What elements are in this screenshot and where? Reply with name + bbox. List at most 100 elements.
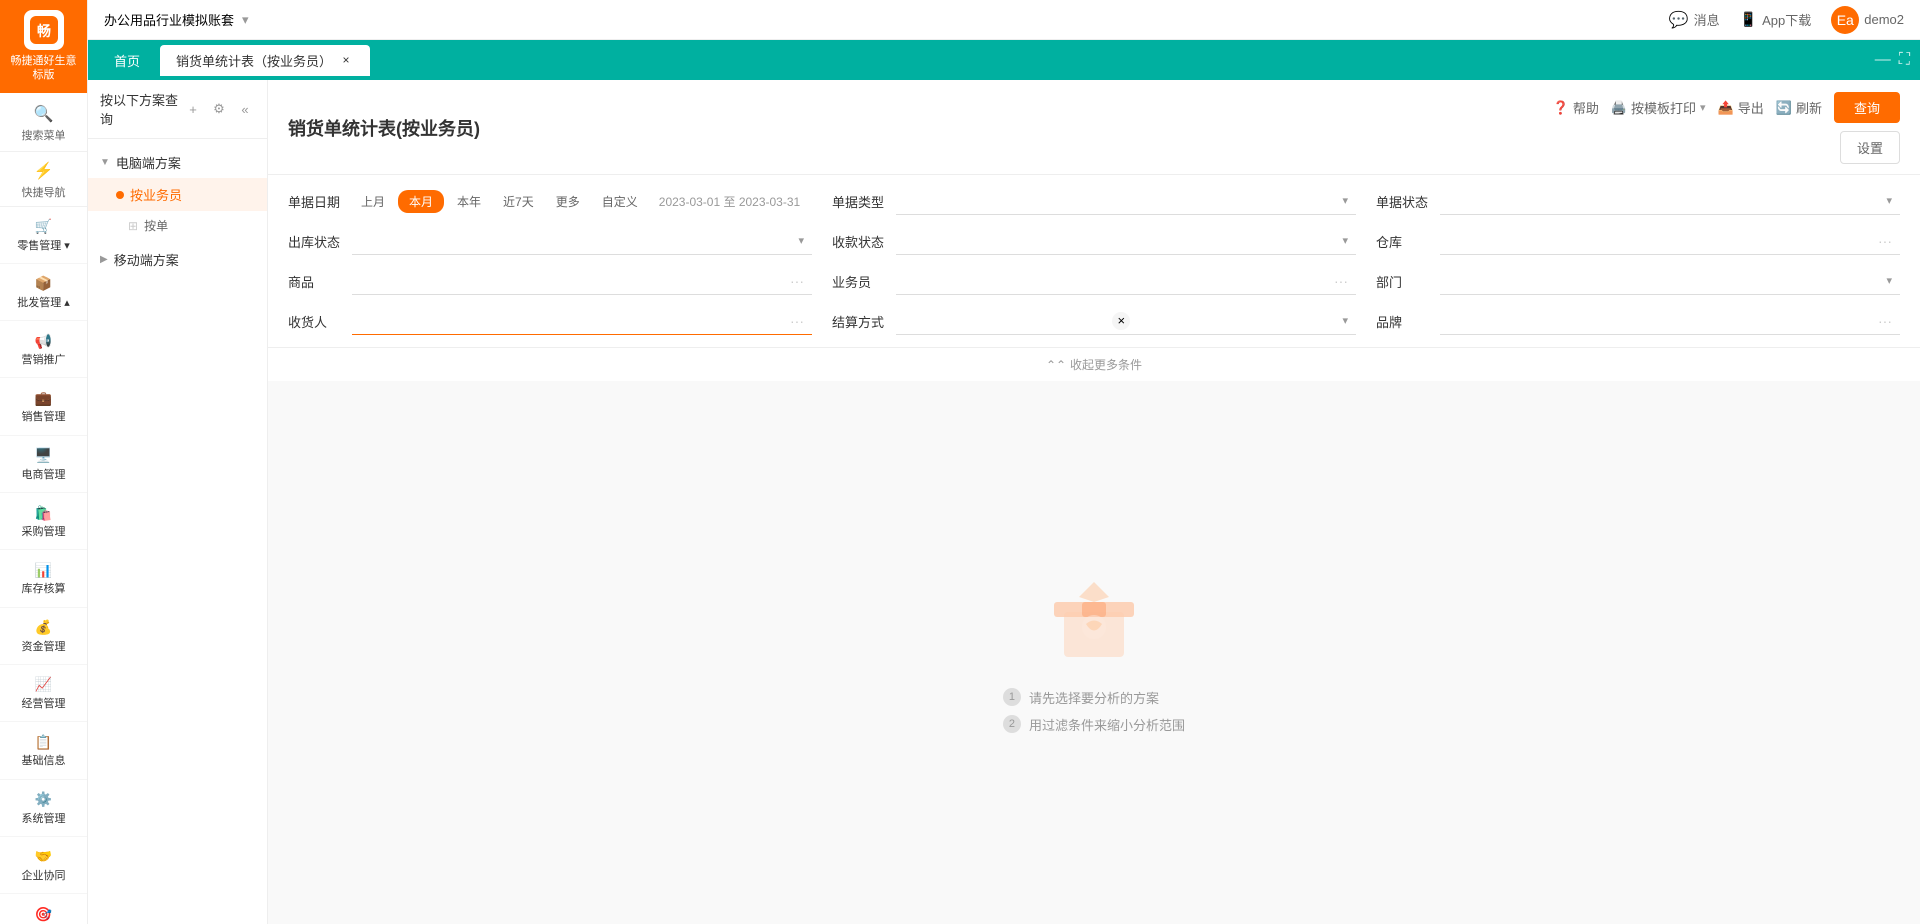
tab-bar: 首页 销货单统计表（按业务员） × — ⛶	[88, 40, 1920, 80]
collapse-label: 收起更多条件	[1070, 356, 1142, 373]
logo-icon: 畅	[24, 10, 64, 50]
date-custom-btn[interactable]: 自定义	[593, 190, 647, 213]
department-label: 部门	[1376, 272, 1432, 291]
receiver-input[interactable]: ···	[352, 307, 812, 335]
breadcrumb-dropdown-icon[interactable]: ▾	[242, 12, 249, 28]
goods-ellipsis-icon: ···	[790, 273, 804, 289]
top-header: 办公用品行业模拟账套 ▾ 💬 消息 📱 App下载 Ea demo2	[88, 0, 1920, 40]
doc-status-dropdown-icon: ▾	[1886, 194, 1892, 207]
sidebar-item-wholesale[interactable]: 📦 批发管理 ▴	[0, 264, 87, 321]
filter-row-2: 出库状态 ▾ 收款状态 ▾ 仓库	[288, 227, 1900, 255]
svg-text:畅: 畅	[37, 23, 51, 39]
tab-maximize-button[interactable]: ⛶	[1899, 51, 1910, 69]
empty-tip-1: 1 请先选择要分析的方案	[1003, 688, 1185, 707]
filter-receipt-status: 收款状态 ▾	[832, 227, 1356, 255]
collapse-panel-button[interactable]: «	[235, 99, 255, 119]
refresh-button[interactable]: 🔄 刷新	[1776, 98, 1822, 117]
gear-scheme-icon: ⚙	[213, 101, 225, 117]
doc-type-label: 单据类型	[832, 192, 888, 211]
collapse-panel-icon: «	[241, 102, 248, 117]
brand-label: 品牌	[1376, 312, 1432, 331]
sidebar-item-inventory[interactable]: 📊 库存核算	[0, 550, 87, 607]
collapse-row: ⌃⌃ 收起更多条件	[268, 348, 1920, 381]
date-this-year-btn[interactable]: 本年	[448, 190, 490, 213]
tab-minimize-button[interactable]: —	[1875, 51, 1891, 69]
payment-label: 结算方式	[832, 312, 888, 331]
sidebar-item-finance[interactable]: 💰 资金管理	[0, 608, 87, 665]
sidebar-item-operations[interactable]: 📈 经营管理	[0, 665, 87, 722]
payment-clear-button[interactable]: ×	[1112, 312, 1130, 330]
left-panel-header: 按以下方案查询 + ⚙ «	[88, 80, 267, 139]
tab-close-button[interactable]: ×	[338, 52, 354, 68]
tab-home[interactable]: 首页	[98, 45, 156, 76]
brand-select[interactable]: ···	[1440, 307, 1900, 335]
doc-status-label: 单据状态	[1376, 192, 1432, 211]
sidebar-item-newbie[interactable]: 🎯 新手引导	[0, 894, 87, 924]
sidebar-item-basic[interactable]: 📋 基础信息	[0, 722, 87, 779]
sidebar-item-sales[interactable]: 💼 销售管理	[0, 378, 87, 435]
scheme-item-by-order[interactable]: ⊞ 按单	[88, 211, 267, 240]
mobile-group-header[interactable]: ▶ 移动端方案	[88, 244, 267, 275]
tab-sales-stats[interactable]: 销货单统计表（按业务员） ×	[160, 45, 370, 76]
wholesale-icon: 📦	[34, 274, 54, 294]
user-area[interactable]: Ea demo2	[1831, 6, 1904, 34]
add-scheme-button[interactable]: +	[183, 99, 203, 119]
date-more-btn[interactable]: 更多	[547, 190, 589, 213]
date-last-month-btn[interactable]: 上月	[352, 190, 394, 213]
print-icon: 🖨️	[1611, 100, 1627, 116]
doc-status-select[interactable]: ▾	[1440, 187, 1900, 215]
scheme-item-by-staff[interactable]: 按业务员	[88, 178, 267, 211]
date-last-7days-btn[interactable]: 近7天	[494, 190, 543, 213]
ecommerce-label: 电商管理	[22, 468, 66, 482]
messages-button[interactable]: 💬 消息	[1669, 10, 1720, 30]
out-status-select[interactable]: ▾	[352, 227, 812, 255]
payment-dropdown-icon: ▾	[1342, 314, 1348, 327]
filter-warehouse: 仓库 ···	[1376, 227, 1900, 255]
empty-state: 1 请先选择要分析的方案 2 用过滤条件来缩小分析范围	[1003, 572, 1185, 734]
filter-doc-type: 单据类型 ▾	[832, 187, 1356, 215]
receipt-status-select[interactable]: ▾	[896, 227, 1356, 255]
sidebar-item-retail[interactable]: 🛒 零售管理 ▾	[0, 207, 87, 264]
department-select[interactable]: ▾	[1440, 267, 1900, 295]
out-status-label: 出库状态	[288, 232, 344, 251]
sub-icon: ⊞	[128, 219, 138, 233]
search-menu-label: 搜索菜单	[22, 127, 66, 143]
warehouse-select[interactable]: ···	[1440, 227, 1900, 255]
app-download-button[interactable]: 📱 App下载	[1740, 10, 1812, 29]
newbie-icon: 🎯	[34, 904, 54, 924]
settings-button[interactable]: 设置	[1840, 131, 1900, 164]
add-icon: +	[189, 102, 197, 117]
settings-scheme-button[interactable]: ⚙	[209, 99, 229, 119]
sidebar-quick-nav-item[interactable]: ⚡ 快捷导航	[0, 152, 87, 207]
desktop-group-header[interactable]: ▼ 电脑端方案	[88, 147, 267, 178]
logo-area[interactable]: 畅 畅捷通好生意 标版	[0, 0, 87, 93]
goods-select[interactable]: ···	[352, 267, 812, 295]
messages-label: 消息	[1694, 10, 1720, 29]
filter-date: 单据日期 上月 本月 本年 近7天 更多 自定义 2023-03-01 至 20…	[288, 190, 812, 213]
sidebar-item-ecommerce[interactable]: 🖥️ 电商管理	[0, 436, 87, 493]
content-area: 按以下方案查询 + ⚙ « ▼	[88, 80, 1920, 924]
receiver-ellipsis-icon: ···	[790, 313, 804, 329]
sidebar-item-system[interactable]: ⚙️ 系统管理	[0, 780, 87, 837]
print-button[interactable]: 🖨️ 按模板打印 ▾	[1611, 98, 1706, 117]
sidebar-item-enterprise[interactable]: 🤝 企业协同	[0, 837, 87, 894]
export-icon: 📤	[1718, 100, 1734, 116]
department-dropdown-icon: ▾	[1886, 274, 1892, 287]
logo-text: 畅捷通好生意 标版	[5, 54, 82, 83]
help-button[interactable]: ❓ 帮助	[1553, 98, 1599, 117]
breadcrumb-title: 办公用品行业模拟账套	[104, 10, 234, 29]
collapse-filters-button[interactable]: ⌃⌃ 收起更多条件	[1046, 356, 1142, 373]
query-button[interactable]: 查询	[1834, 92, 1900, 123]
sidebar-item-marketing[interactable]: 📢 营销推广	[0, 321, 87, 378]
export-button[interactable]: 📤 导出	[1718, 98, 1764, 117]
filter-row-1: 单据日期 上月 本月 本年 近7天 更多 自定义 2023-03-01 至 20…	[288, 187, 1900, 215]
doc-type-select[interactable]: ▾	[896, 187, 1356, 215]
sidebar-item-purchase[interactable]: 🛍️ 采购管理	[0, 493, 87, 550]
staff-select[interactable]: ···	[896, 267, 1356, 295]
page-header: 销货单统计表(按业务员) ❓ 帮助 🖨️ 按模板打印 ▾	[268, 80, 1920, 175]
sidebar-search-item[interactable]: 🔍 搜索菜单	[0, 93, 87, 152]
right-panel: 销货单统计表(按业务员) ❓ 帮助 🖨️ 按模板打印 ▾	[268, 80, 1920, 924]
date-this-month-btn[interactable]: 本月	[398, 190, 444, 213]
payment-select[interactable]: × ▾	[896, 307, 1356, 335]
breadcrumb: 办公用品行业模拟账套 ▾	[104, 10, 249, 29]
